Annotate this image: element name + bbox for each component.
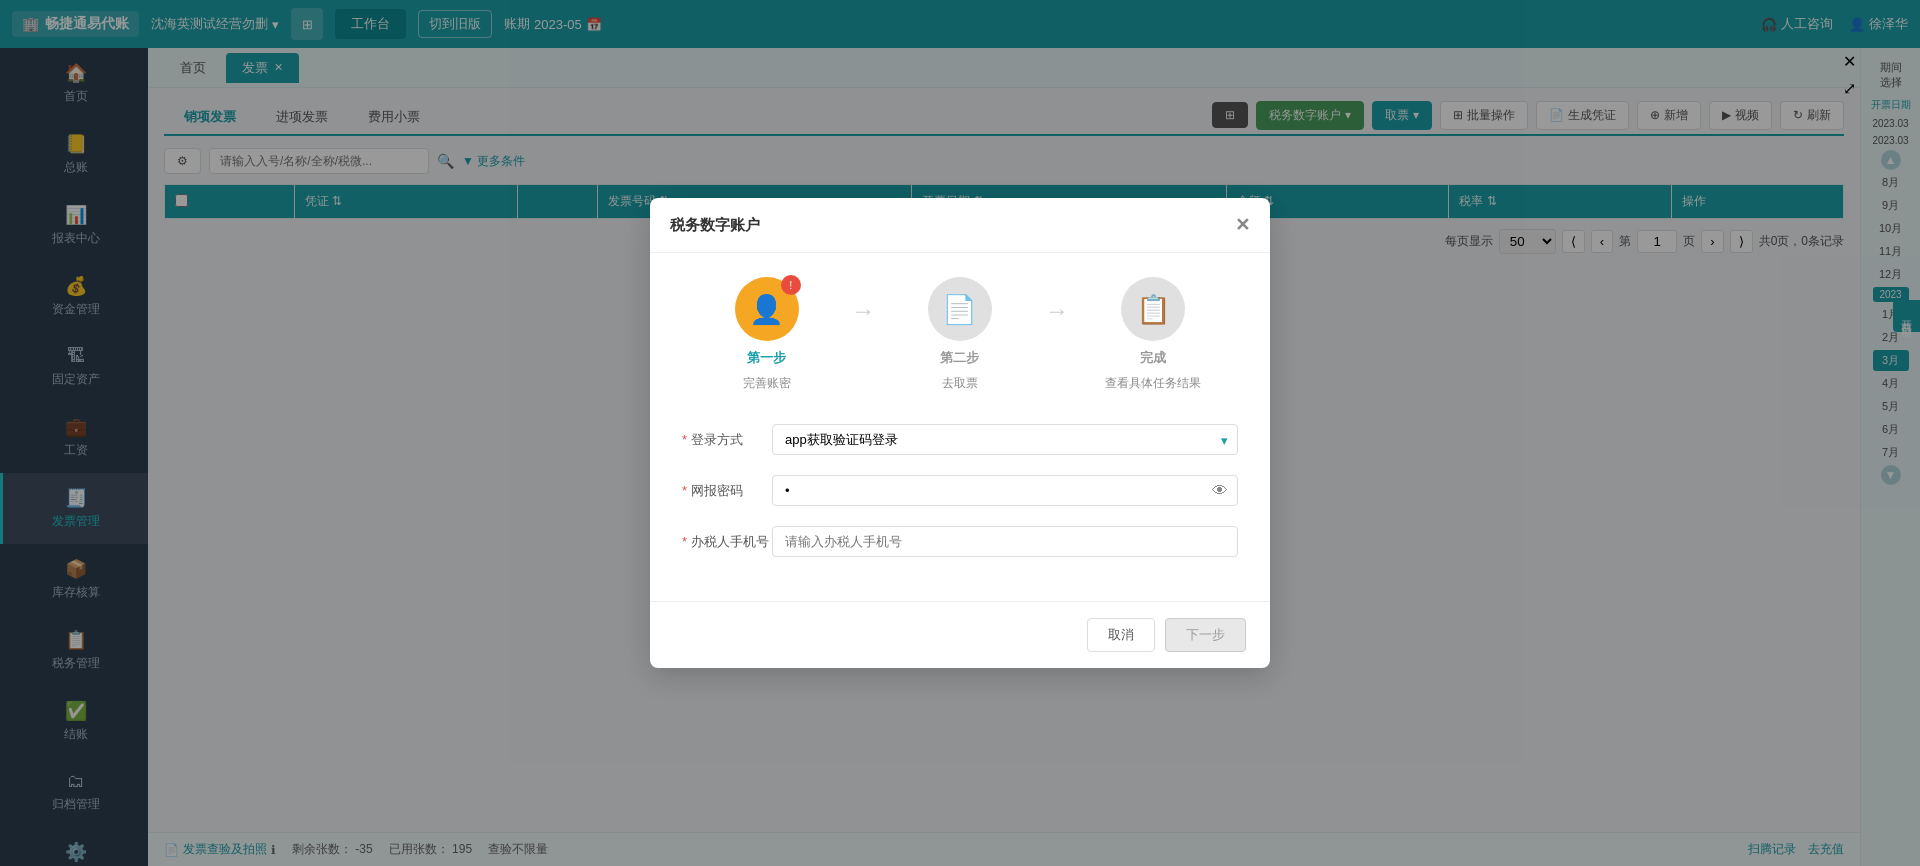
- clipboard-icon: 📋: [1136, 293, 1171, 326]
- modal-overlay[interactable]: 税务数字账户 ✕ 👤 ! 第一步 完善账密 →: [0, 0, 1920, 866]
- password-field: * 网报密码 👁: [682, 475, 1238, 506]
- step-1-badge: !: [781, 275, 801, 295]
- user-card-icon: 👤: [749, 293, 784, 326]
- step-3-icon: 📋: [1121, 277, 1185, 341]
- step-arrow-1: →: [851, 297, 875, 325]
- modal-title: 税务数字账户: [670, 216, 760, 235]
- step-2: 📄 第二步 去取票: [875, 277, 1044, 392]
- modal-close-button[interactable]: ✕: [1235, 214, 1250, 236]
- modal-header: 税务数字账户 ✕: [650, 198, 1270, 253]
- step-1: 👤 ! 第一步 完善账密: [682, 277, 851, 392]
- password-input-wrapper: 👁: [772, 475, 1238, 506]
- step-2-sublabel: 去取票: [942, 375, 978, 392]
- step-1-icon: 👤 !: [735, 277, 799, 341]
- phone-label: * 办税人手机号: [682, 533, 772, 551]
- phone-input[interactable]: [772, 526, 1238, 557]
- step-arrow-2: →: [1045, 297, 1069, 325]
- login-method-select[interactable]: app获取验证码登录 密码登录: [772, 424, 1238, 455]
- password-toggle-icon[interactable]: 👁: [1212, 482, 1228, 500]
- step-2-label: 第二步: [940, 349, 979, 367]
- form-fields: * 登录方式 app获取验证码登录 密码登录 ▾ *: [682, 424, 1238, 557]
- step-1-label: 第一步: [747, 349, 786, 367]
- login-method-label: * 登录方式: [682, 431, 772, 449]
- login-method-select-wrapper: app获取验证码登录 密码登录 ▾: [772, 424, 1238, 455]
- password-input[interactable]: [772, 475, 1238, 506]
- login-method-field: * 登录方式 app获取验证码登录 密码登录 ▾: [682, 424, 1238, 455]
- next-step-button[interactable]: 下一步: [1165, 618, 1246, 652]
- modal-footer: 取消 下一步: [650, 601, 1270, 668]
- modal-body: 👤 ! 第一步 完善账密 → 📄 第二步 去取票 →: [650, 253, 1270, 601]
- cancel-button[interactable]: 取消: [1087, 618, 1155, 652]
- step-3: 📋 完成 查看具体任务结果: [1069, 277, 1238, 392]
- step-3-sublabel: 查看具体任务结果: [1105, 375, 1201, 392]
- document-icon: 📄: [942, 293, 977, 326]
- step-2-icon: 📄: [928, 277, 992, 341]
- phone-field: * 办税人手机号: [682, 526, 1238, 557]
- digital-account-modal: 税务数字账户 ✕ 👤 ! 第一步 完善账密 →: [650, 198, 1270, 668]
- step-1-sublabel: 完善账密: [743, 375, 791, 392]
- step-3-label: 完成: [1140, 349, 1166, 367]
- steps-indicator: 👤 ! 第一步 完善账密 → 📄 第二步 去取票 →: [682, 277, 1238, 392]
- password-label: * 网报密码: [682, 482, 772, 500]
